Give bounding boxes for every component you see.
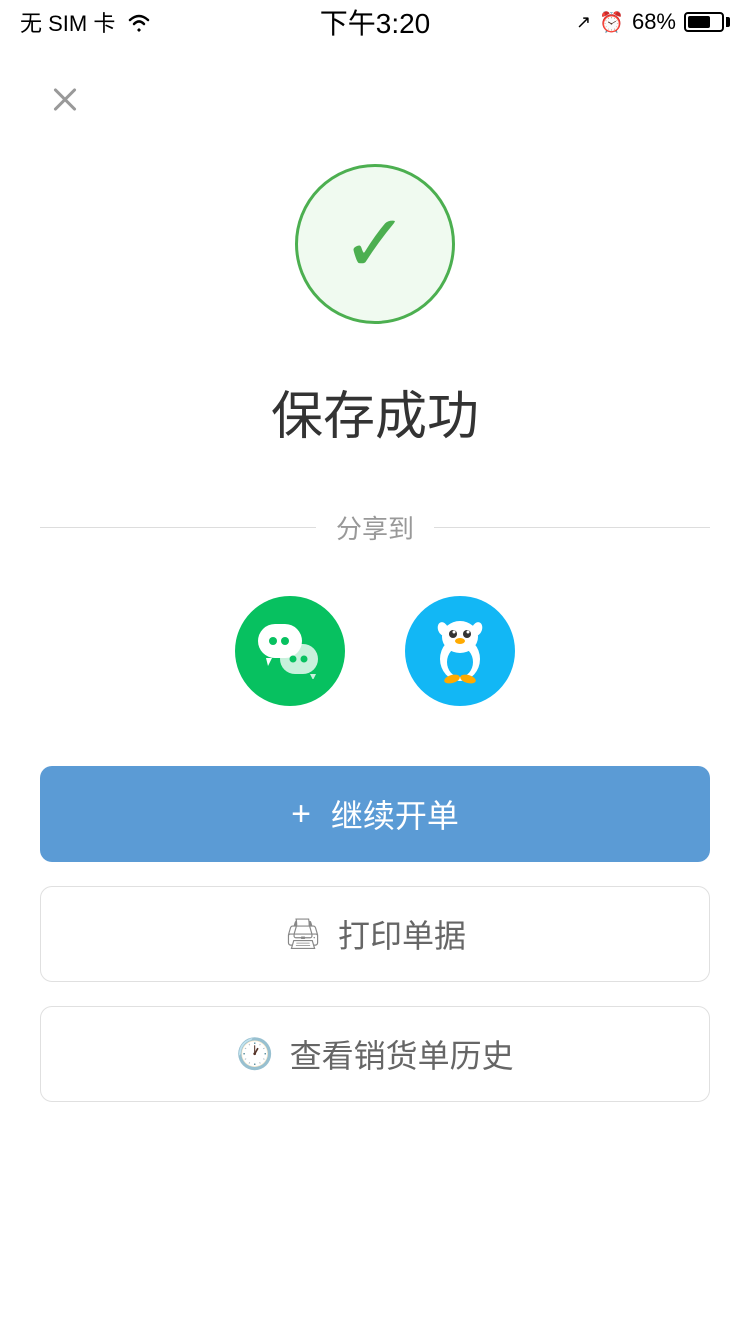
close-button-wrapper [40, 74, 710, 124]
status-left: 无 SIM 卡 [20, 6, 153, 38]
success-title: 保存成功 [271, 374, 479, 449]
checkmark-icon: ✓ [341, 204, 408, 284]
share-label: 分享到 [336, 509, 414, 546]
share-divider: 分享到 [40, 509, 710, 546]
history-button[interactable]: 🕐 查看销货单历史 [40, 1006, 710, 1102]
main-content: ✓ 保存成功 分享到 [0, 44, 750, 1102]
continue-label: 继续开单 [331, 791, 459, 837]
divider-right [434, 527, 710, 528]
battery-indicator [684, 12, 730, 32]
wechat-icon [258, 624, 323, 679]
status-time: 下午3:20 [320, 2, 431, 42]
share-section: 分享到 [40, 509, 710, 706]
location-icon: ↗ [576, 12, 591, 33]
wechat-share-button[interactable] [235, 596, 345, 706]
print-icon: 🖨 [284, 917, 322, 952]
print-label: 打印单据 [338, 911, 466, 957]
divider-left [40, 527, 316, 528]
share-icons [40, 596, 710, 706]
action-buttons: + 继续开单 🖨 打印单据 🕐 查看销货单历史 [40, 766, 710, 1102]
battery-percent: 68% [632, 9, 676, 35]
plus-icon: + [291, 795, 311, 834]
close-icon[interactable] [40, 74, 90, 124]
status-right: ↗ ⏰ 68% [576, 9, 730, 35]
print-button[interactable]: 🖨 打印单据 [40, 886, 710, 982]
history-label: 查看销货单历史 [290, 1031, 514, 1077]
qq-share-button[interactable] [405, 596, 515, 706]
history-icon: 🕐 [236, 1037, 273, 1072]
wifi-icon [125, 12, 153, 32]
status-bar: 无 SIM 卡 下午3:20 ↗ ⏰ 68% [0, 0, 750, 44]
alarm-icon: ⏰ [599, 10, 624, 35]
continue-button[interactable]: + 继续开单 [40, 766, 710, 862]
carrier-text: 无 SIM 卡 [20, 6, 115, 38]
qq-icon [430, 619, 490, 684]
success-circle: ✓ [295, 164, 455, 324]
